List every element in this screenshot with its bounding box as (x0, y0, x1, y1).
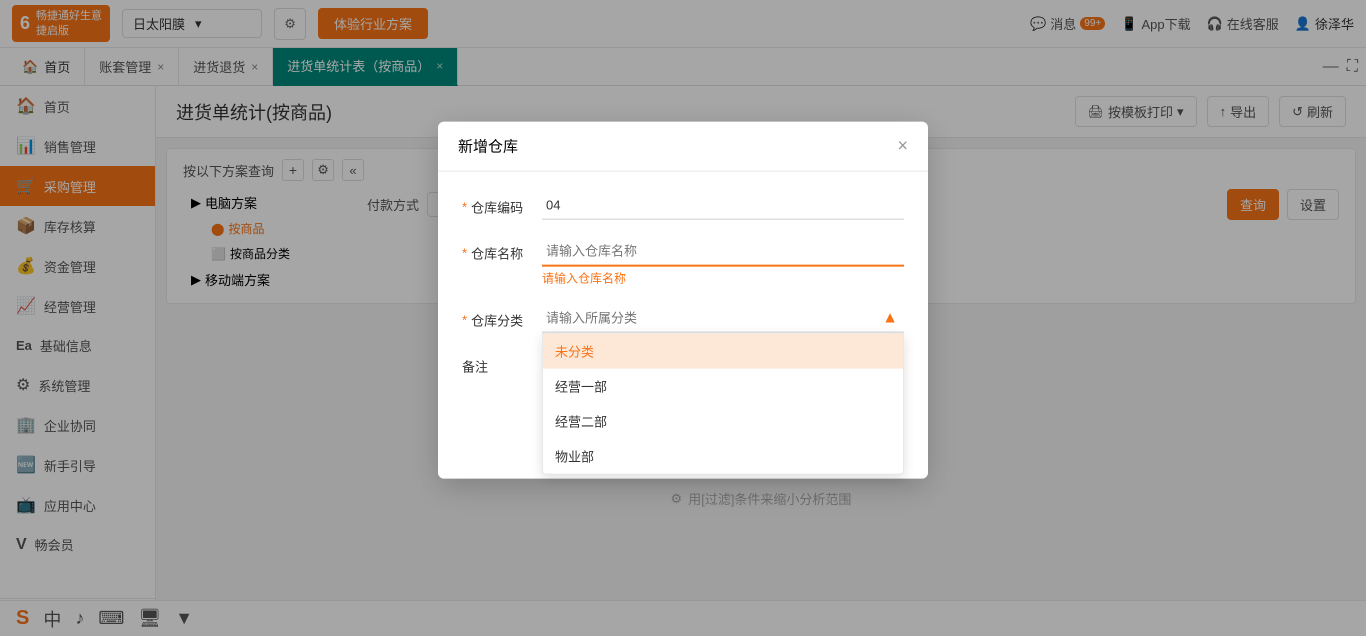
name-error-message: 请输入仓库名称 (542, 270, 904, 287)
category-label: * 仓库分类 (462, 305, 542, 330)
dropdown-item-dept1[interactable]: 经营一部 (543, 369, 903, 404)
category-toggle-icon[interactable]: ▲ (882, 310, 898, 328)
modal-body: * 仓库编码 * 仓库名称 请输入仓库名称 * 仓库分类 (438, 172, 928, 417)
new-warehouse-modal: 新增仓库 × * 仓库编码 * 仓库名称 请输入仓库名称 (438, 122, 928, 479)
dropdown-item-dept3[interactable]: 物业部 (543, 439, 903, 474)
note-label: 备注 (462, 351, 542, 376)
code-control-wrap (542, 192, 904, 220)
code-label: * 仓库编码 (462, 192, 542, 217)
category-control-wrap: ▲ 未分类 经营一部 经营二部 物业部 (542, 305, 904, 333)
code-field-row: * 仓库编码 (462, 192, 904, 220)
name-input[interactable] (542, 238, 904, 267)
name-label: * 仓库名称 (462, 238, 542, 263)
code-input[interactable] (542, 192, 904, 220)
dropdown-item-none[interactable]: 未分类 (543, 334, 903, 369)
dropdown-item-dept2[interactable]: 经营二部 (543, 404, 903, 439)
modal-close-button[interactable]: × (897, 136, 908, 157)
category-field-row: * 仓库分类 ▲ 未分类 经营一部 经营二部 物业部 (462, 305, 904, 333)
modal-header: 新增仓库 × (438, 122, 928, 172)
name-control-wrap: 请输入仓库名称 (542, 238, 904, 287)
category-dropdown: 未分类 经营一部 经营二部 物业部 (542, 333, 904, 475)
category-input[interactable] (542, 305, 904, 333)
name-field-row: * 仓库名称 请输入仓库名称 (462, 238, 904, 287)
modal-title: 新增仓库 (458, 136, 518, 157)
